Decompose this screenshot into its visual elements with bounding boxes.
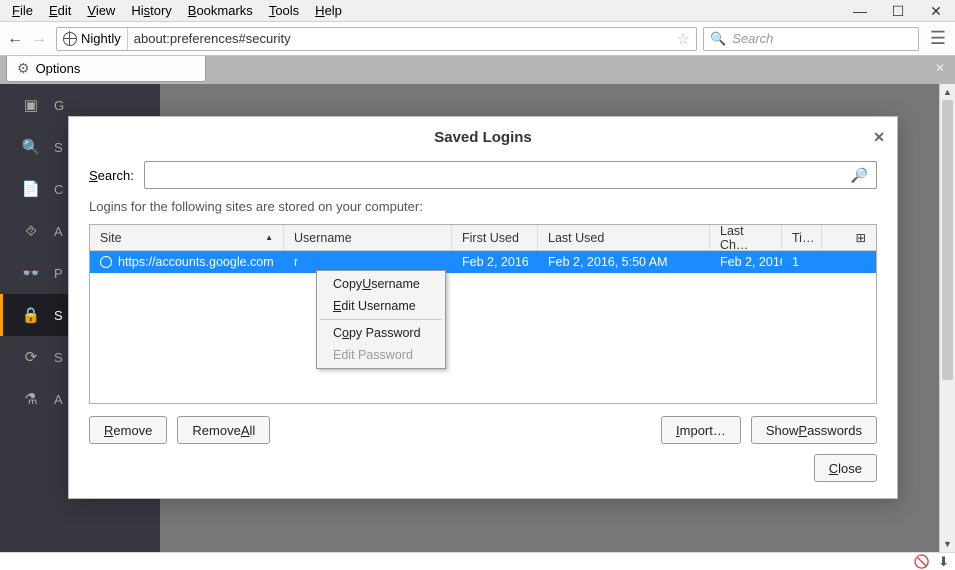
cell-site: https://accounts.google.com [90,255,284,269]
bookmark-star-icon[interactable]: ☆ [671,30,696,48]
identity-box[interactable]: Nightly [57,28,128,50]
context-edit-password: Edit Password [319,344,443,366]
dialog-title-bar: Saved Logins ✕ [69,117,897,157]
tab-strip: ⚙ Options ✕ [0,56,955,84]
table-row[interactable]: https://accounts.google.com r Feb 2, 201… [90,251,876,273]
remove-button[interactable]: Remove [89,416,167,444]
scroll-up-icon[interactable]: ▲ [940,84,955,100]
column-username[interactable]: Username [284,225,452,250]
advanced-icon: ⚗ [22,390,40,408]
cell-last-changed: Feb 2, 2016 [710,255,782,269]
applications-icon: ⯑ [22,223,40,240]
lock-icon: 🔒 [22,306,40,324]
scroll-thumb[interactable] [942,100,953,380]
url-bar[interactable]: Nightly about:preferences#security ☆ [56,27,697,51]
download-arrow-icon[interactable]: ⬇ [938,554,949,570]
general-icon: ▣ [22,96,40,114]
site-globe-icon [100,256,112,268]
tab-close-button[interactable]: ✕ [935,61,945,75]
globe-icon [63,32,77,46]
menu-bar: File Edit View History Bookmarks Tools H… [0,0,955,22]
column-picker-icon: ⊞ [856,230,866,245]
menu-help[interactable]: Help [307,1,350,20]
logins-table: Site▲ Username First Used Last Used Last… [89,224,877,404]
window-controls: — ☐ ✕ [841,0,955,22]
column-last-changed[interactable]: Last Ch… [710,225,782,250]
url-text[interactable]: about:preferences#security [128,31,671,46]
tab-options[interactable]: ⚙ Options [6,56,206,82]
context-separator [320,319,442,320]
table-header: Site▲ Username First Used Last Used Last… [90,225,876,251]
scrollbar-vertical[interactable]: ▲ ▼ [939,84,955,552]
close-button[interactable]: Close [814,454,877,482]
dialog-close-button[interactable]: ✕ [873,129,885,146]
privacy-icon: 👓 [22,264,40,282]
search-logins-input[interactable]: 🔎 [144,161,877,189]
nav-toolbar: ← → Nightly about:preferences#security ☆… [0,22,955,56]
column-first-used[interactable]: First Used [452,225,538,250]
identity-label: Nightly [81,31,121,46]
column-last-used[interactable]: Last Used [538,225,710,250]
menu-history[interactable]: History [123,1,179,20]
context-edit-username[interactable]: Edit Username [319,295,443,317]
column-picker[interactable]: ⊞ [822,225,876,250]
context-copy-password[interactable]: Copy Password [319,322,443,344]
close-window-button[interactable]: ✕ [917,0,955,22]
cell-last-used: Feb 2, 2016, 5:50 AM [538,255,710,269]
import-button[interactable]: Import… [661,416,741,444]
menu-bookmarks[interactable]: Bookmarks [180,1,261,20]
forward-button[interactable]: → [28,28,50,50]
menu-file[interactable]: File [4,1,41,20]
gear-icon: ⚙ [17,60,30,77]
minimize-button[interactable]: — [841,0,879,22]
back-button[interactable]: ← [4,28,26,50]
cell-username: r [284,255,452,269]
context-copy-username[interactable]: Copy Username [319,273,443,295]
search-field-icon: 🔎 [851,167,868,184]
maximize-button[interactable]: ☐ [879,0,917,22]
cell-first-used: Feb 2, 2016 [452,255,538,269]
search-pref-icon: 🔍 [22,138,40,156]
show-passwords-button[interactable]: Show Passwords [751,416,877,444]
column-site[interactable]: Site▲ [90,225,284,250]
search-label: Search: [89,168,134,183]
dialog-description: Logins for the following sites are store… [89,199,877,214]
search-bar[interactable]: 🔍 Search [703,27,919,51]
tab-label: Options [36,61,81,76]
remove-all-button[interactable]: Remove All [177,416,270,444]
menu-edit[interactable]: Edit [41,1,79,20]
saved-logins-dialog: Saved Logins ✕ Search: 🔎 Logins for the … [68,116,898,499]
dialog-title: Saved Logins [434,129,532,146]
context-menu: Copy Username Edit Username Copy Passwor… [316,270,446,369]
cell-times-used: 1 [782,255,822,269]
sync-icon: ⟳ [22,348,40,366]
scroll-down-icon[interactable]: ▼ [940,536,955,552]
status-bar: 🚫 ⬇ [0,552,955,570]
content-icon: 📄 [22,180,40,198]
sort-asc-icon: ▲ [265,233,273,242]
menu-tools[interactable]: Tools [261,1,307,20]
search-placeholder: Search [732,31,773,46]
search-icon: 🔍 [710,31,726,47]
noscript-icon[interactable]: 🚫 [914,554,930,570]
menu-view[interactable]: View [79,1,123,20]
hamburger-menu-button[interactable]: ☰ [925,26,951,52]
column-times-used[interactable]: Ti… [782,225,822,250]
